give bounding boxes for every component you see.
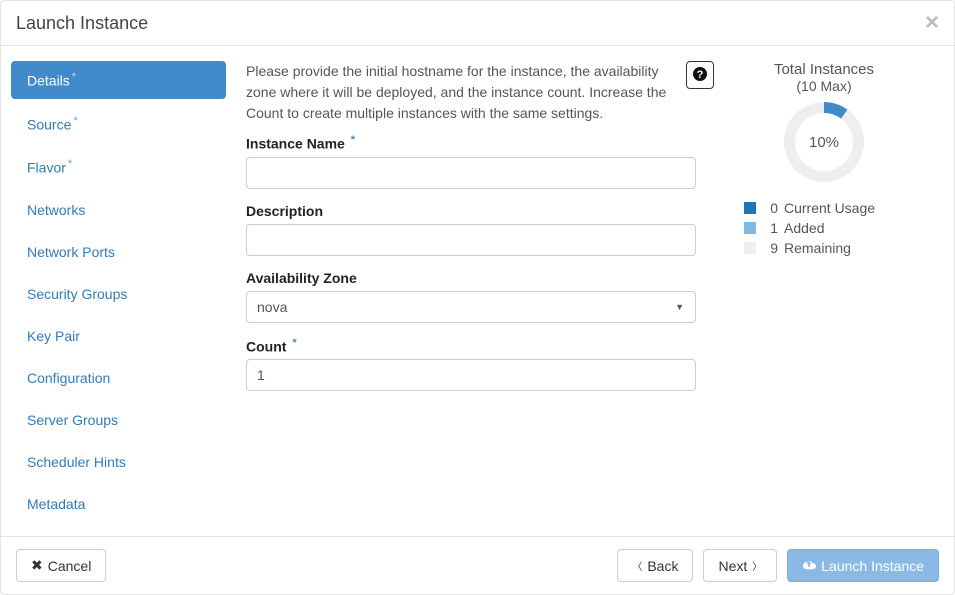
form-group-description: Description	[246, 203, 714, 256]
legend-value: 9	[764, 240, 778, 256]
launch-instance-button[interactable]: Launch Instance	[787, 549, 939, 582]
sidebar-item-label: Source	[27, 116, 71, 132]
legend-swatch-icon	[744, 242, 756, 254]
legend-label: Added	[784, 220, 824, 236]
button-label: Next	[718, 558, 747, 574]
launch-instance-modal: Launch Instance × Details* Source* Flavo…	[0, 0, 955, 595]
form-group-count: Count *	[246, 337, 714, 392]
sidebar-item-label: Metadata	[27, 496, 85, 512]
modal-title: Launch Instance	[16, 13, 148, 34]
sidebar-item-label: Configuration	[27, 370, 110, 386]
sidebar-item-label: Flavor	[27, 160, 66, 176]
sidebar-item-label: Key Pair	[27, 328, 80, 344]
sidebar-item-security-groups[interactable]: Security Groups	[11, 276, 226, 312]
sidebar-item-configuration[interactable]: Configuration	[11, 360, 226, 396]
button-label: Back	[647, 558, 678, 574]
required-icon: *	[72, 71, 76, 83]
description-input[interactable]	[246, 224, 696, 256]
count-label: Count *	[246, 337, 714, 355]
footer-right: 〈 Back Next 〉 Launch Instance	[617, 549, 939, 582]
sidebar-item-metadata[interactable]: Metadata	[11, 486, 226, 522]
modal-body: Details* Source* Flavor* Networks Networ…	[1, 46, 954, 536]
back-button[interactable]: 〈 Back	[617, 549, 693, 582]
button-label: Launch Instance	[821, 558, 924, 574]
button-label: Cancel	[48, 558, 92, 574]
sidebar-item-label: Details	[27, 73, 70, 89]
description-label: Description	[246, 203, 714, 219]
label-text: Count	[246, 338, 286, 354]
legend-row-current: 0 Current Usage	[744, 200, 934, 216]
next-button[interactable]: Next 〉	[703, 549, 777, 582]
sidebar-item-scheduler-hints[interactable]: Scheduler Hints	[11, 444, 226, 480]
legend: 0 Current Usage 1 Added 9 Remaining	[714, 200, 934, 256]
form-group-instance-name: Instance Name *	[246, 134, 714, 189]
legend-value: 0	[764, 200, 778, 216]
form-group-availability-zone: Availability Zone nova	[246, 270, 714, 323]
chevron-right-icon: 〉	[752, 558, 762, 573]
stats-panel: Total Instances (10 Max) 10% 0 Current U…	[714, 61, 934, 521]
required-icon: *	[351, 134, 355, 146]
label-text: Instance Name	[246, 136, 345, 152]
cancel-button[interactable]: ✖ Cancel	[16, 549, 106, 582]
donut-center-label: 10%	[795, 113, 853, 171]
legend-swatch-icon	[744, 222, 756, 234]
usage-donut-chart: 10%	[714, 102, 934, 182]
sidebar-item-flavor[interactable]: Flavor*	[11, 148, 226, 186]
sidebar-item-network-ports[interactable]: Network Ports	[11, 234, 226, 270]
required-icon: *	[292, 337, 296, 349]
modal-header: Launch Instance ×	[1, 1, 954, 46]
sidebar-item-label: Scheduler Hints	[27, 454, 126, 470]
stats-subtitle: (10 Max)	[714, 78, 934, 94]
instance-name-input[interactable]	[246, 157, 696, 189]
form-area: Please provide the initial hostname for …	[246, 61, 714, 521]
legend-value: 1	[764, 220, 778, 236]
availability-zone-label: Availability Zone	[246, 270, 714, 286]
chevron-left-icon: 〈	[632, 558, 642, 573]
required-icon: *	[73, 115, 77, 127]
legend-label: Remaining	[784, 240, 851, 256]
help-button[interactable]: ?	[686, 61, 714, 89]
sidebar-item-label: Networks	[27, 202, 85, 218]
legend-swatch-icon	[744, 202, 756, 214]
content-area: Please provide the initial hostname for …	[236, 46, 954, 536]
legend-row-remaining: 9 Remaining	[744, 240, 934, 256]
sidebar-item-key-pair[interactable]: Key Pair	[11, 318, 226, 354]
sidebar-item-source[interactable]: Source*	[11, 105, 226, 143]
sidebar-item-label: Server Groups	[27, 412, 118, 428]
close-icon: ×	[925, 9, 939, 36]
sidebar-item-details[interactable]: Details*	[11, 61, 226, 99]
x-icon: ✖	[31, 557, 43, 574]
svg-text:?: ?	[697, 69, 704, 81]
required-icon: *	[68, 158, 72, 170]
instance-name-label: Instance Name *	[246, 134, 714, 152]
sidebar-item-server-groups[interactable]: Server Groups	[11, 402, 226, 438]
donut-ring: 10%	[784, 102, 864, 182]
sidebar-item-label: Network Ports	[27, 244, 115, 260]
legend-label: Current Usage	[784, 200, 875, 216]
sidebar-item-label: Security Groups	[27, 286, 127, 302]
modal-footer: ✖ Cancel 〈 Back Next 〉 Launch Instance	[1, 536, 954, 594]
legend-row-added: 1 Added	[744, 220, 934, 236]
close-button[interactable]: ×	[925, 11, 939, 35]
cloud-upload-icon	[802, 557, 816, 574]
help-text: Please provide the initial hostname for …	[246, 61, 676, 124]
wizard-sidebar: Details* Source* Flavor* Networks Networ…	[1, 46, 236, 536]
sidebar-item-networks[interactable]: Networks	[11, 192, 226, 228]
count-input[interactable]	[246, 359, 696, 391]
availability-zone-select[interactable]: nova	[246, 291, 696, 323]
stats-title: Total Instances	[714, 61, 934, 78]
question-icon: ?	[692, 66, 708, 85]
